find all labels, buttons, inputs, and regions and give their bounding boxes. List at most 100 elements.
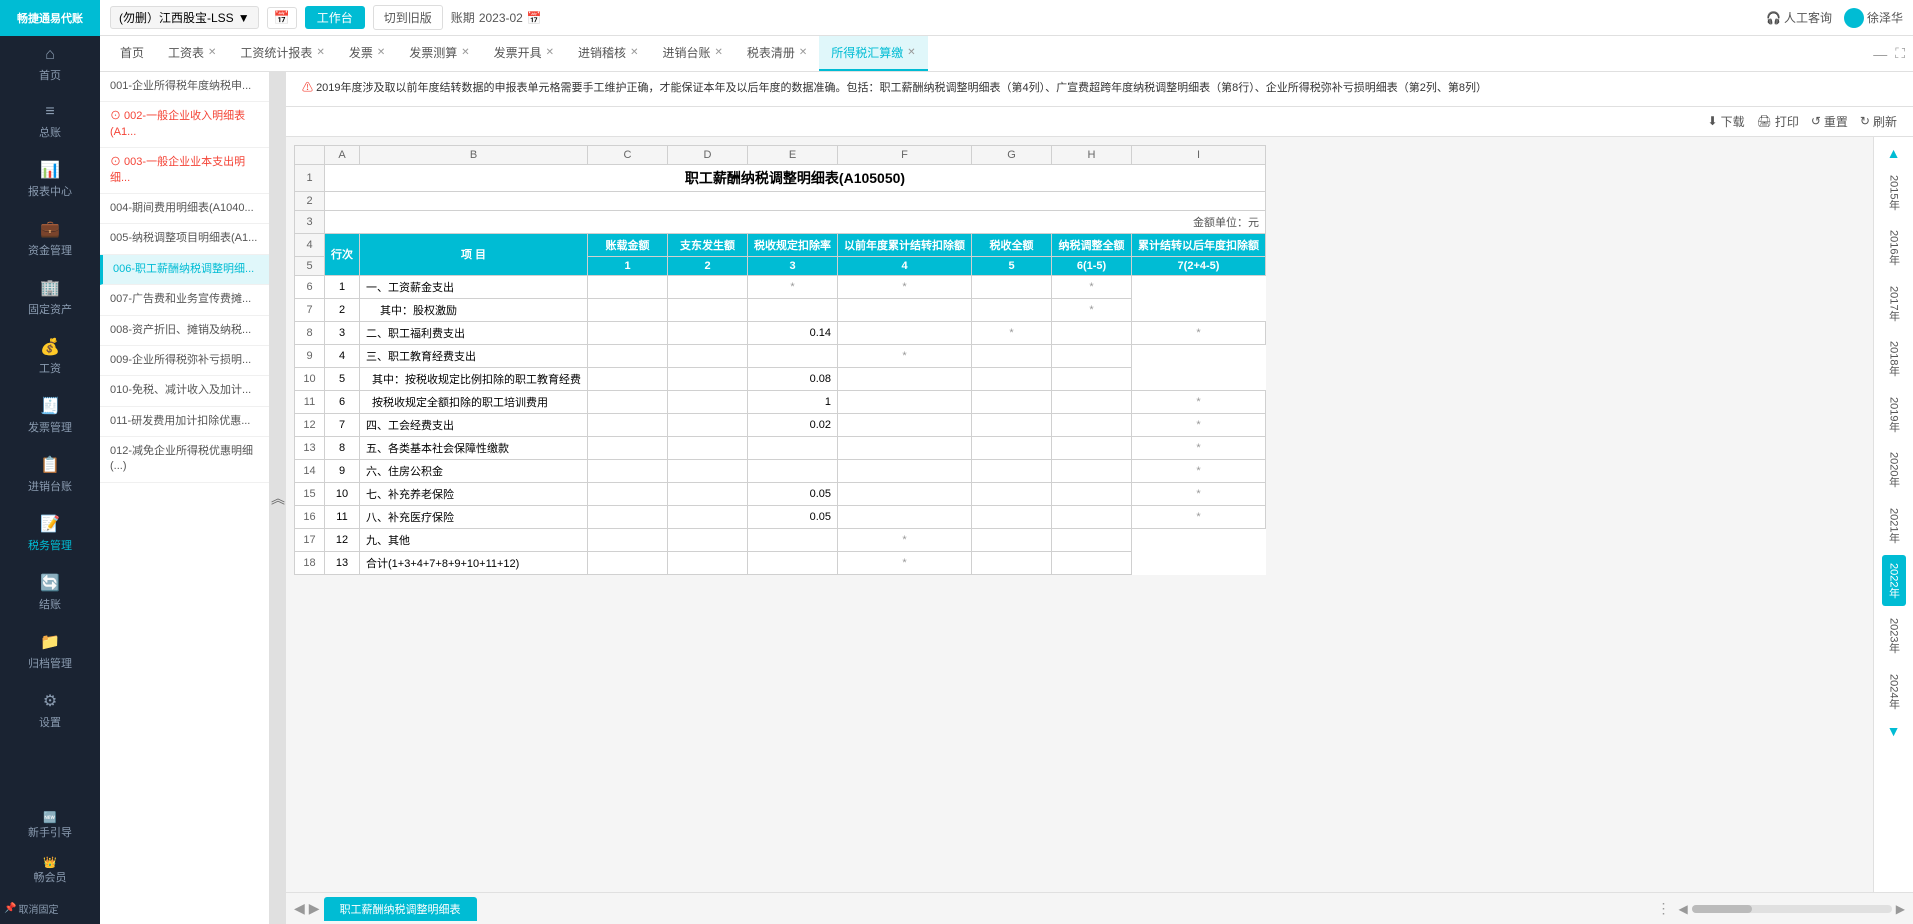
form-list-item-009[interactable]: 009-企业所得税弥补亏损明... xyxy=(100,346,269,376)
tab-income-tax[interactable]: 所得税汇算缴 ✕ xyxy=(819,36,927,71)
refresh-button[interactable]: ↻ 刷新 xyxy=(1860,113,1897,130)
form-list-item-012[interactable]: 012-减免企业所得税优惠明细(...) xyxy=(100,437,269,483)
hdr-col2: 2 xyxy=(668,256,748,275)
sidebar-item-payroll[interactable]: 💰 工资 xyxy=(0,327,100,386)
company-label: (勿删）江西股宝-LSS xyxy=(119,9,234,26)
reset-button[interactable]: ↺ 重置 xyxy=(1811,113,1848,130)
year-2022[interactable]: 2022年 xyxy=(1882,555,1906,606)
sidebar-item-ledger[interactable]: ≡ 总账 xyxy=(0,93,100,150)
sheet-menu-icon[interactable]: ⋮ xyxy=(1657,900,1671,917)
tab-payroll-close[interactable]: ✕ xyxy=(208,47,216,58)
year-2021[interactable]: 2021年 xyxy=(1882,500,1906,551)
tab-invoice-calc-close[interactable]: ✕ xyxy=(461,47,469,58)
year-2017[interactable]: 2017年 xyxy=(1882,278,1906,329)
tab-payroll-stat[interactable]: 工资统计报表 ✕ xyxy=(228,36,336,71)
sheet-nav-right[interactable]: ▶ xyxy=(309,900,320,917)
tab-income-tax-close[interactable]: ✕ xyxy=(907,47,915,58)
tab-invoice-close[interactable]: ✕ xyxy=(377,47,385,58)
collapse-panel-button[interactable]: 《 xyxy=(270,72,286,924)
year-nav-down-button[interactable]: ▼ xyxy=(1883,719,1905,743)
scroll-thumb[interactable] xyxy=(1692,905,1752,913)
form-list-item-003[interactable]: ⊙ 003-一般企业业本支出明细... xyxy=(100,148,269,194)
hdr-future-carry: 累计结转以后年度扣除额 xyxy=(1132,233,1266,256)
download-button[interactable]: ⬇ 下载 xyxy=(1708,113,1745,130)
spreadsheet-table: A B C D E F G H I xyxy=(294,145,1266,575)
tab-purchase-ledger-close[interactable]: ✕ xyxy=(714,47,722,58)
tab-home[interactable]: 首页 xyxy=(108,36,156,71)
warning-text: 2019年度涉及取以前年度结转数据的申报表单元格需要手工维护正确，才能保证本年及… xyxy=(316,82,1487,94)
year-2015[interactable]: 2015年 xyxy=(1882,167,1906,218)
col-D: D xyxy=(668,145,748,164)
switch-old-button[interactable]: 切到旧版 xyxy=(373,5,443,30)
hdr-col1: 1 xyxy=(588,256,668,275)
year-2023[interactable]: 2023年 xyxy=(1882,610,1906,661)
col-F: F xyxy=(838,145,972,164)
form-list-item-002[interactable]: ⊙ 002-一般企业收入明细表(A1... xyxy=(100,102,269,148)
tab-purchase-check[interactable]: 进销稽核 ✕ xyxy=(566,36,650,71)
year-2024[interactable]: 2024年 xyxy=(1882,666,1906,717)
sidebar-item-fixed-asset[interactable]: 🏢 固定资产 xyxy=(0,268,100,327)
period-calendar-icon[interactable]: 📅 xyxy=(527,11,542,25)
unit-row: 3 金额单位：元 xyxy=(295,210,1266,233)
report-icon: 📊 xyxy=(40,160,60,180)
tab-tax-clearance-close[interactable]: ✕ xyxy=(799,47,807,58)
tab-tax-clearance[interactable]: 税表清册 ✕ xyxy=(735,36,819,71)
tab-minimize-icon[interactable]: — xyxy=(1873,46,1887,62)
sidebar-item-tax-mgmt[interactable]: 📝 税务管理 xyxy=(0,504,100,563)
form-list-item-001[interactable]: 001-企业所得税年度纳税申... xyxy=(100,72,269,102)
sheet-nav-left[interactable]: ◀ xyxy=(294,900,305,917)
tab-maximize-icon[interactable]: ⛶ xyxy=(1895,45,1905,62)
sidebar-item-settings[interactable]: ⚙ 设置 xyxy=(0,681,100,740)
form-list-item-006[interactable]: 006-职工薪酬纳税调整明细... xyxy=(100,255,269,285)
hdr-tax-adjust: 纳税调整全额 xyxy=(1052,233,1132,256)
horizontal-scroll[interactable]: ◀ ▶ xyxy=(1679,902,1905,916)
year-2018[interactable]: 2018年 xyxy=(1882,333,1906,384)
year-2019[interactable]: 2019年 xyxy=(1882,389,1906,440)
year-2016[interactable]: 2016年 xyxy=(1882,222,1906,273)
form-list-item-011[interactable]: 011-研发费用加计扣除优惠... xyxy=(100,407,269,437)
company-selector[interactable]: (勿删）江西股宝-LSS ▼ xyxy=(110,6,259,29)
sidebar-item-archive[interactable]: 📁 归档管理 xyxy=(0,622,100,681)
sidebar-item-invoice-mgmt[interactable]: 🧾 发票管理 xyxy=(0,386,100,445)
spreadsheet-container[interactable]: A B C D E F G H I xyxy=(286,137,1873,892)
form-list-item-004[interactable]: 004-期间费用明细表(A1040... xyxy=(100,194,269,224)
tab-payroll[interactable]: 工资表 ✕ xyxy=(156,36,228,71)
year-nav-up-button[interactable]: ▲ xyxy=(1883,141,1905,165)
sheet-tab-active[interactable]: 职工薪酬纳税调整明细表 xyxy=(324,897,477,921)
year-panel: ▲ 2015年 2016年 2017年 2018年 2019年 2020年 20… xyxy=(1873,137,1913,892)
tab-purchase-check-close[interactable]: ✕ xyxy=(630,47,638,58)
scroll-track[interactable] xyxy=(1692,905,1892,913)
sidebar-item-settlement-label: 结账 xyxy=(39,596,61,612)
sidebar-item-guide[interactable]: 🆕 新手引导 xyxy=(0,803,100,848)
tab-invoice-open-close[interactable]: ✕ xyxy=(546,47,554,58)
sidebar-item-member[interactable]: 👑 畅会员 xyxy=(0,848,100,893)
user-avatar[interactable]: 徐泽华 xyxy=(1844,8,1903,28)
cancel-pin-button[interactable]: 📌 取消固定 xyxy=(0,893,100,924)
sidebar-item-home[interactable]: ⌂ 首页 xyxy=(0,36,100,93)
form-list-item-005[interactable]: 005-纳税调整项目明细表(A1... xyxy=(100,224,269,254)
tab-invoice-calc[interactable]: 发票测算 ✕ xyxy=(397,36,481,71)
tab-invoice-open[interactable]: 发票开具 ✕ xyxy=(482,36,566,71)
workspace-button[interactable]: 工作台 xyxy=(305,6,365,29)
sidebar-item-settlement[interactable]: 🔄 结账 xyxy=(0,563,100,622)
service-btn[interactable]: 🎧 人工客询 xyxy=(1766,9,1832,26)
sidebar-item-asset-mgmt-label: 资金管理 xyxy=(28,242,72,258)
sidebar-item-report[interactable]: 📊 报表中心 xyxy=(0,150,100,209)
scroll-left-icon[interactable]: ◀ xyxy=(1679,902,1688,916)
year-2020[interactable]: 2020年 xyxy=(1882,444,1906,495)
form-list-item-008[interactable]: 008-资产折旧、摊销及纳税... xyxy=(100,316,269,346)
tab-payroll-stat-close[interactable]: ✕ xyxy=(316,47,324,58)
col-header-rownum xyxy=(295,145,325,164)
sidebar-item-purchase[interactable]: 📋 进销台账 xyxy=(0,445,100,504)
form-list-item-010[interactable]: 010-免税、减计收入及加计... xyxy=(100,376,269,406)
scroll-right-icon[interactable]: ▶ xyxy=(1896,902,1905,916)
form-list-item-007[interactable]: 007-广告费和业务宣传费摊... xyxy=(100,285,269,315)
calendar-btn[interactable]: 📅 xyxy=(267,7,297,29)
sidebar-item-asset-mgmt[interactable]: 💼 资金管理 xyxy=(0,209,100,268)
hdr-book-amount: 账载金额 xyxy=(588,233,668,256)
col-H: H xyxy=(1052,145,1132,164)
tab-invoice[interactable]: 发票 ✕ xyxy=(337,36,397,71)
header-row-1: 4 行次 项 目 账载金额 支东发生额 税收规定扣除率 以前年度累计结转扣除额 … xyxy=(295,233,1266,256)
print-button[interactable]: 🖨 打印 xyxy=(1757,113,1799,130)
tab-purchase-ledger[interactable]: 进销台账 ✕ xyxy=(650,36,734,71)
